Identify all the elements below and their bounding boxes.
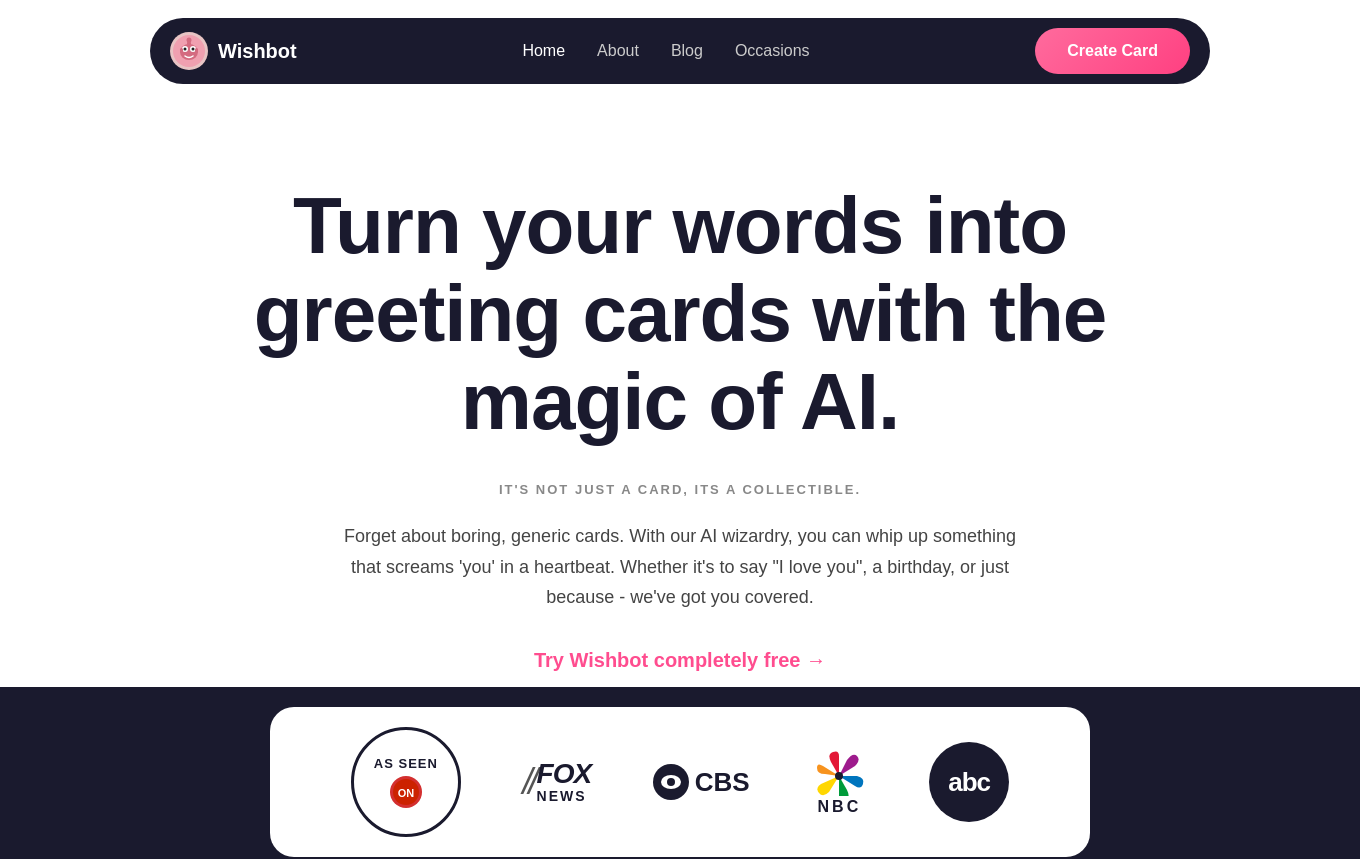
on-badge-circle: ON xyxy=(390,776,422,808)
navbar: Wishbot Home About Blog Occasions Create… xyxy=(150,18,1210,84)
hero-subtitle: IT'S NOT JUST A CARD, ITS A COLLECTIBLE. xyxy=(250,482,1110,497)
press-bar: AS SEEN ON / / FOX NEWS xyxy=(0,687,1360,859)
svg-point-12 xyxy=(835,772,843,780)
as-seen-on-badge: AS SEEN ON xyxy=(351,727,461,837)
nav-link-occasions[interactable]: Occasions xyxy=(735,42,810,60)
fox-news-logo: / / FOX NEWS xyxy=(523,760,592,804)
as-seen-text: AS SEEN xyxy=(374,756,438,772)
nav-logo[interactable]: Wishbot xyxy=(170,32,297,70)
nbc-peacock-icon xyxy=(811,748,867,796)
nav-link-home[interactable]: Home xyxy=(522,42,565,60)
nav-links: Home About Blog Occasions xyxy=(522,42,809,60)
svg-rect-8 xyxy=(180,48,183,53)
svg-rect-9 xyxy=(195,48,198,53)
nav-link-about[interactable]: About xyxy=(597,42,639,60)
hero-section: Turn your words into greeting cards with… xyxy=(230,102,1130,732)
nbc-logo: NBC xyxy=(811,748,867,816)
hero-title: Turn your words into greeting cards with… xyxy=(250,182,1110,446)
logo-icon xyxy=(170,32,208,70)
create-card-button[interactable]: Create Card xyxy=(1035,28,1190,74)
abc-logo: abc xyxy=(929,742,1009,822)
page-wrapper: Wishbot Home About Blog Occasions Create… xyxy=(0,18,1360,859)
cbs-eye-icon xyxy=(653,764,689,800)
abc-text: abc xyxy=(948,767,990,798)
svg-point-7 xyxy=(187,38,192,43)
svg-point-5 xyxy=(192,48,195,51)
svg-point-4 xyxy=(184,48,187,51)
nbc-text: NBC xyxy=(818,798,862,816)
fox-text: FOX xyxy=(537,760,592,788)
hero-cta-link[interactable]: Try Wishbot completely free → xyxy=(534,649,826,672)
press-logos-container: AS SEEN ON / / FOX NEWS xyxy=(270,707,1090,857)
hero-description: Forget about boring, generic cards. With… xyxy=(330,521,1030,613)
fox-news-text: NEWS xyxy=(537,788,592,804)
logo-text: Wishbot xyxy=(218,40,297,63)
svg-text:ON: ON xyxy=(398,787,415,799)
nav-link-blog[interactable]: Blog xyxy=(671,42,703,60)
cbs-text: CBS xyxy=(695,767,750,798)
cbs-logo: CBS xyxy=(653,764,750,800)
